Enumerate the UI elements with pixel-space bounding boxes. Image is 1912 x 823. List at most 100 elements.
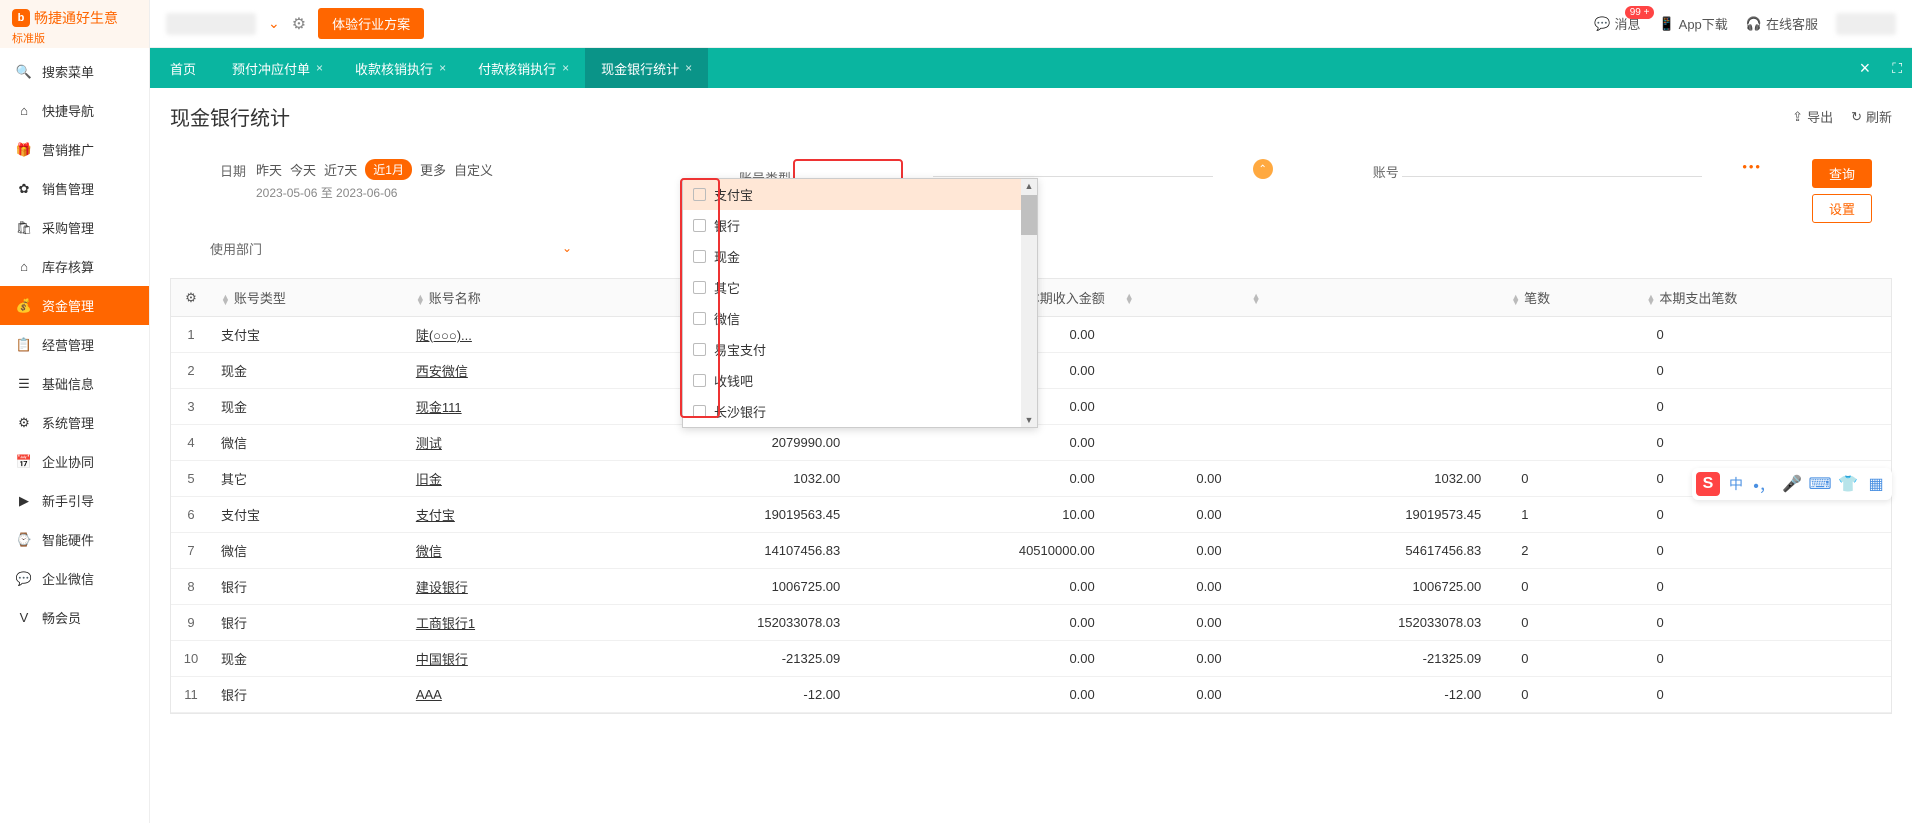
nav-item-11[interactable]: ▶新手引导 bbox=[0, 481, 149, 520]
scroll-up-icon[interactable]: ▲ bbox=[1021, 179, 1037, 193]
dropdown-option[interactable]: 支付宝 bbox=[683, 179, 1037, 210]
nav-item-10[interactable]: 📅企业协同 bbox=[0, 442, 149, 481]
nav-item-1[interactable]: ⌂快捷导航 bbox=[0, 91, 149, 130]
nav-item-8[interactable]: ☰基础信息 bbox=[0, 364, 149, 403]
tab-close-all-icon[interactable]: × bbox=[1848, 58, 1883, 79]
checkbox-icon[interactable] bbox=[693, 312, 706, 325]
tab-2[interactable]: 付款核销执行× bbox=[462, 48, 585, 88]
settings-button[interactable]: 设置 bbox=[1812, 194, 1872, 223]
support-link[interactable]: 🎧 在线客服 bbox=[1746, 14, 1818, 33]
date-option[interactable]: 今天 bbox=[290, 160, 316, 179]
col-header-7[interactable]: ▲▼本期支出笔数 bbox=[1636, 279, 1891, 317]
ime-skin-icon[interactable]: 👕 bbox=[1836, 472, 1860, 496]
col-header-5[interactable]: ▲▼ bbox=[1242, 279, 1502, 317]
dropdown-option[interactable]: 现金 bbox=[683, 241, 1037, 272]
nav-item-9[interactable]: ⚙系统管理 bbox=[0, 403, 149, 442]
nav-item-6[interactable]: 💰资金管理 bbox=[0, 286, 149, 325]
date-option[interactable]: 自定义 bbox=[454, 160, 493, 179]
org-chevron-icon[interactable]: ⌄ bbox=[268, 15, 280, 32]
account-input-line[interactable] bbox=[1402, 159, 1702, 177]
nav-item-7[interactable]: 📋经营管理 bbox=[0, 325, 149, 364]
dropdown-option[interactable]: 微信 bbox=[683, 303, 1037, 334]
date-option[interactable]: 昨天 bbox=[256, 160, 282, 179]
tab-0[interactable]: 预付冲应付单× bbox=[216, 48, 339, 88]
ime-toolbox-icon[interactable]: ▦ bbox=[1864, 472, 1888, 496]
checkbox-icon[interactable] bbox=[693, 281, 706, 294]
sort-icon[interactable]: ▲▼ bbox=[1125, 294, 1134, 304]
tab-close-icon[interactable]: × bbox=[439, 61, 446, 75]
tab-close-icon[interactable]: × bbox=[316, 61, 323, 75]
collapse-filters-icon[interactable]: ⌃ bbox=[1253, 159, 1273, 179]
col-header-1[interactable]: ▲▼账号名称 bbox=[406, 279, 601, 317]
nav-item-5[interactable]: ⌂库存核算 bbox=[0, 247, 149, 286]
dropdown-option[interactable]: 长沙银行 bbox=[683, 396, 1037, 427]
col-header-4[interactable]: ▲▼ bbox=[1115, 279, 1242, 317]
nav-item-3[interactable]: ✿销售管理 bbox=[0, 169, 149, 208]
date-option[interactable]: 近1月 bbox=[365, 159, 412, 180]
tab-home[interactable]: 首页 bbox=[150, 48, 216, 88]
col-header-6[interactable]: ▲▼笔数 bbox=[1501, 279, 1636, 317]
cell-account-name[interactable]: 建设银行 bbox=[406, 569, 601, 605]
cell-account-name[interactable]: 工商银行1 bbox=[406, 605, 601, 641]
messages-link[interactable]: 💬 消息 99 + bbox=[1594, 14, 1640, 33]
checkbox-icon[interactable] bbox=[693, 250, 706, 263]
col-header-0[interactable]: ▲▼账号类型 bbox=[211, 279, 406, 317]
more-filters-icon[interactable]: ••• bbox=[1742, 159, 1762, 174]
nav-item-12[interactable]: ⌚智能硬件 bbox=[0, 520, 149, 559]
cell-account-name[interactable]: 西安微信 bbox=[406, 353, 601, 389]
sort-icon[interactable]: ▲▼ bbox=[416, 295, 425, 305]
table-settings-header[interactable]: ⚙ bbox=[171, 279, 211, 317]
date-option[interactable]: 近7天 bbox=[324, 160, 357, 179]
sort-icon[interactable]: ▲▼ bbox=[1511, 295, 1520, 305]
trial-plan-button[interactable]: 体验行业方案 bbox=[318, 8, 424, 39]
nav-item-14[interactable]: V畅会员 bbox=[0, 598, 149, 637]
dropdown-option[interactable]: 收钱吧 bbox=[683, 365, 1037, 396]
tab-close-icon[interactable]: × bbox=[685, 61, 692, 75]
dropdown-option[interactable]: 其它 bbox=[683, 272, 1037, 303]
nav-item-2[interactable]: 🎁营销推广 bbox=[0, 130, 149, 169]
checkbox-icon[interactable] bbox=[693, 343, 706, 356]
checkbox-icon[interactable] bbox=[693, 405, 706, 418]
department-input[interactable] bbox=[272, 240, 552, 256]
cell-account-name[interactable]: 微信 bbox=[406, 533, 601, 569]
sort-icon[interactable]: ▲▼ bbox=[1252, 294, 1261, 304]
checkbox-icon[interactable] bbox=[693, 374, 706, 387]
export-button[interactable]: ⇪导出 bbox=[1792, 107, 1833, 126]
ime-punct-icon[interactable]: •， bbox=[1752, 472, 1776, 496]
cell-account-name[interactable]: 支付宝 bbox=[406, 497, 601, 533]
cell-account-name[interactable]: 旧金 bbox=[406, 461, 601, 497]
tab-3[interactable]: 现金银行统计× bbox=[585, 48, 708, 88]
date-option[interactable]: 更多 bbox=[420, 160, 446, 179]
cell-account-name[interactable]: AAA bbox=[406, 677, 601, 713]
tab-close-icon[interactable]: × bbox=[562, 61, 569, 75]
ime-keyboard-icon[interactable]: ⌨ bbox=[1808, 472, 1832, 496]
scroll-down-icon[interactable]: ▼ bbox=[1021, 413, 1037, 427]
refresh-button[interactable]: ↻刷新 bbox=[1851, 107, 1892, 126]
scroll-thumb[interactable] bbox=[1021, 195, 1037, 235]
nav-item-4[interactable]: 🛍采购管理 bbox=[0, 208, 149, 247]
sort-icon[interactable]: ▲▼ bbox=[1646, 295, 1655, 305]
query-button[interactable]: 查询 bbox=[1812, 159, 1872, 188]
cell-account-name[interactable]: 中国银行 bbox=[406, 641, 601, 677]
app-download-link[interactable]: 📱 App下载 bbox=[1658, 14, 1727, 33]
checkbox-icon[interactable] bbox=[693, 219, 706, 232]
dropdown-scrollbar[interactable]: ▲ ▼ bbox=[1021, 179, 1037, 427]
ime-lang-toggle[interactable]: 中 bbox=[1724, 472, 1748, 496]
table-row: 7 微信 微信 14107456.83 40510000.00 0.00 546… bbox=[171, 533, 1891, 569]
tab-1[interactable]: 收款核销执行× bbox=[339, 48, 462, 88]
dropdown-option[interactable]: 银行 bbox=[683, 210, 1037, 241]
user-avatar-blurred[interactable] bbox=[1836, 13, 1896, 35]
checkbox-icon[interactable] bbox=[693, 188, 706, 201]
sort-icon[interactable]: ▲▼ bbox=[221, 295, 230, 305]
cell-account-name[interactable]: 测试 bbox=[406, 425, 601, 461]
dropdown-option[interactable]: 易宝支付 bbox=[683, 334, 1037, 365]
nav-item-0[interactable]: 🔍搜索菜单 bbox=[0, 52, 149, 91]
sogou-ime-icon[interactable]: S bbox=[1696, 472, 1720, 496]
nav-item-13[interactable]: 💬企业微信 bbox=[0, 559, 149, 598]
cell-account-name[interactable]: 现金111 bbox=[406, 389, 601, 425]
ime-voice-icon[interactable]: 🎤 bbox=[1780, 472, 1804, 496]
settings-gear-icon[interactable]: ⚙ bbox=[292, 14, 306, 34]
fullscreen-icon[interactable]: ⛶ bbox=[1882, 60, 1912, 77]
cell-account-name[interactable]: 陡(○○○)... bbox=[406, 317, 601, 353]
department-chevron-icon[interactable]: ⌄ bbox=[562, 241, 572, 255]
